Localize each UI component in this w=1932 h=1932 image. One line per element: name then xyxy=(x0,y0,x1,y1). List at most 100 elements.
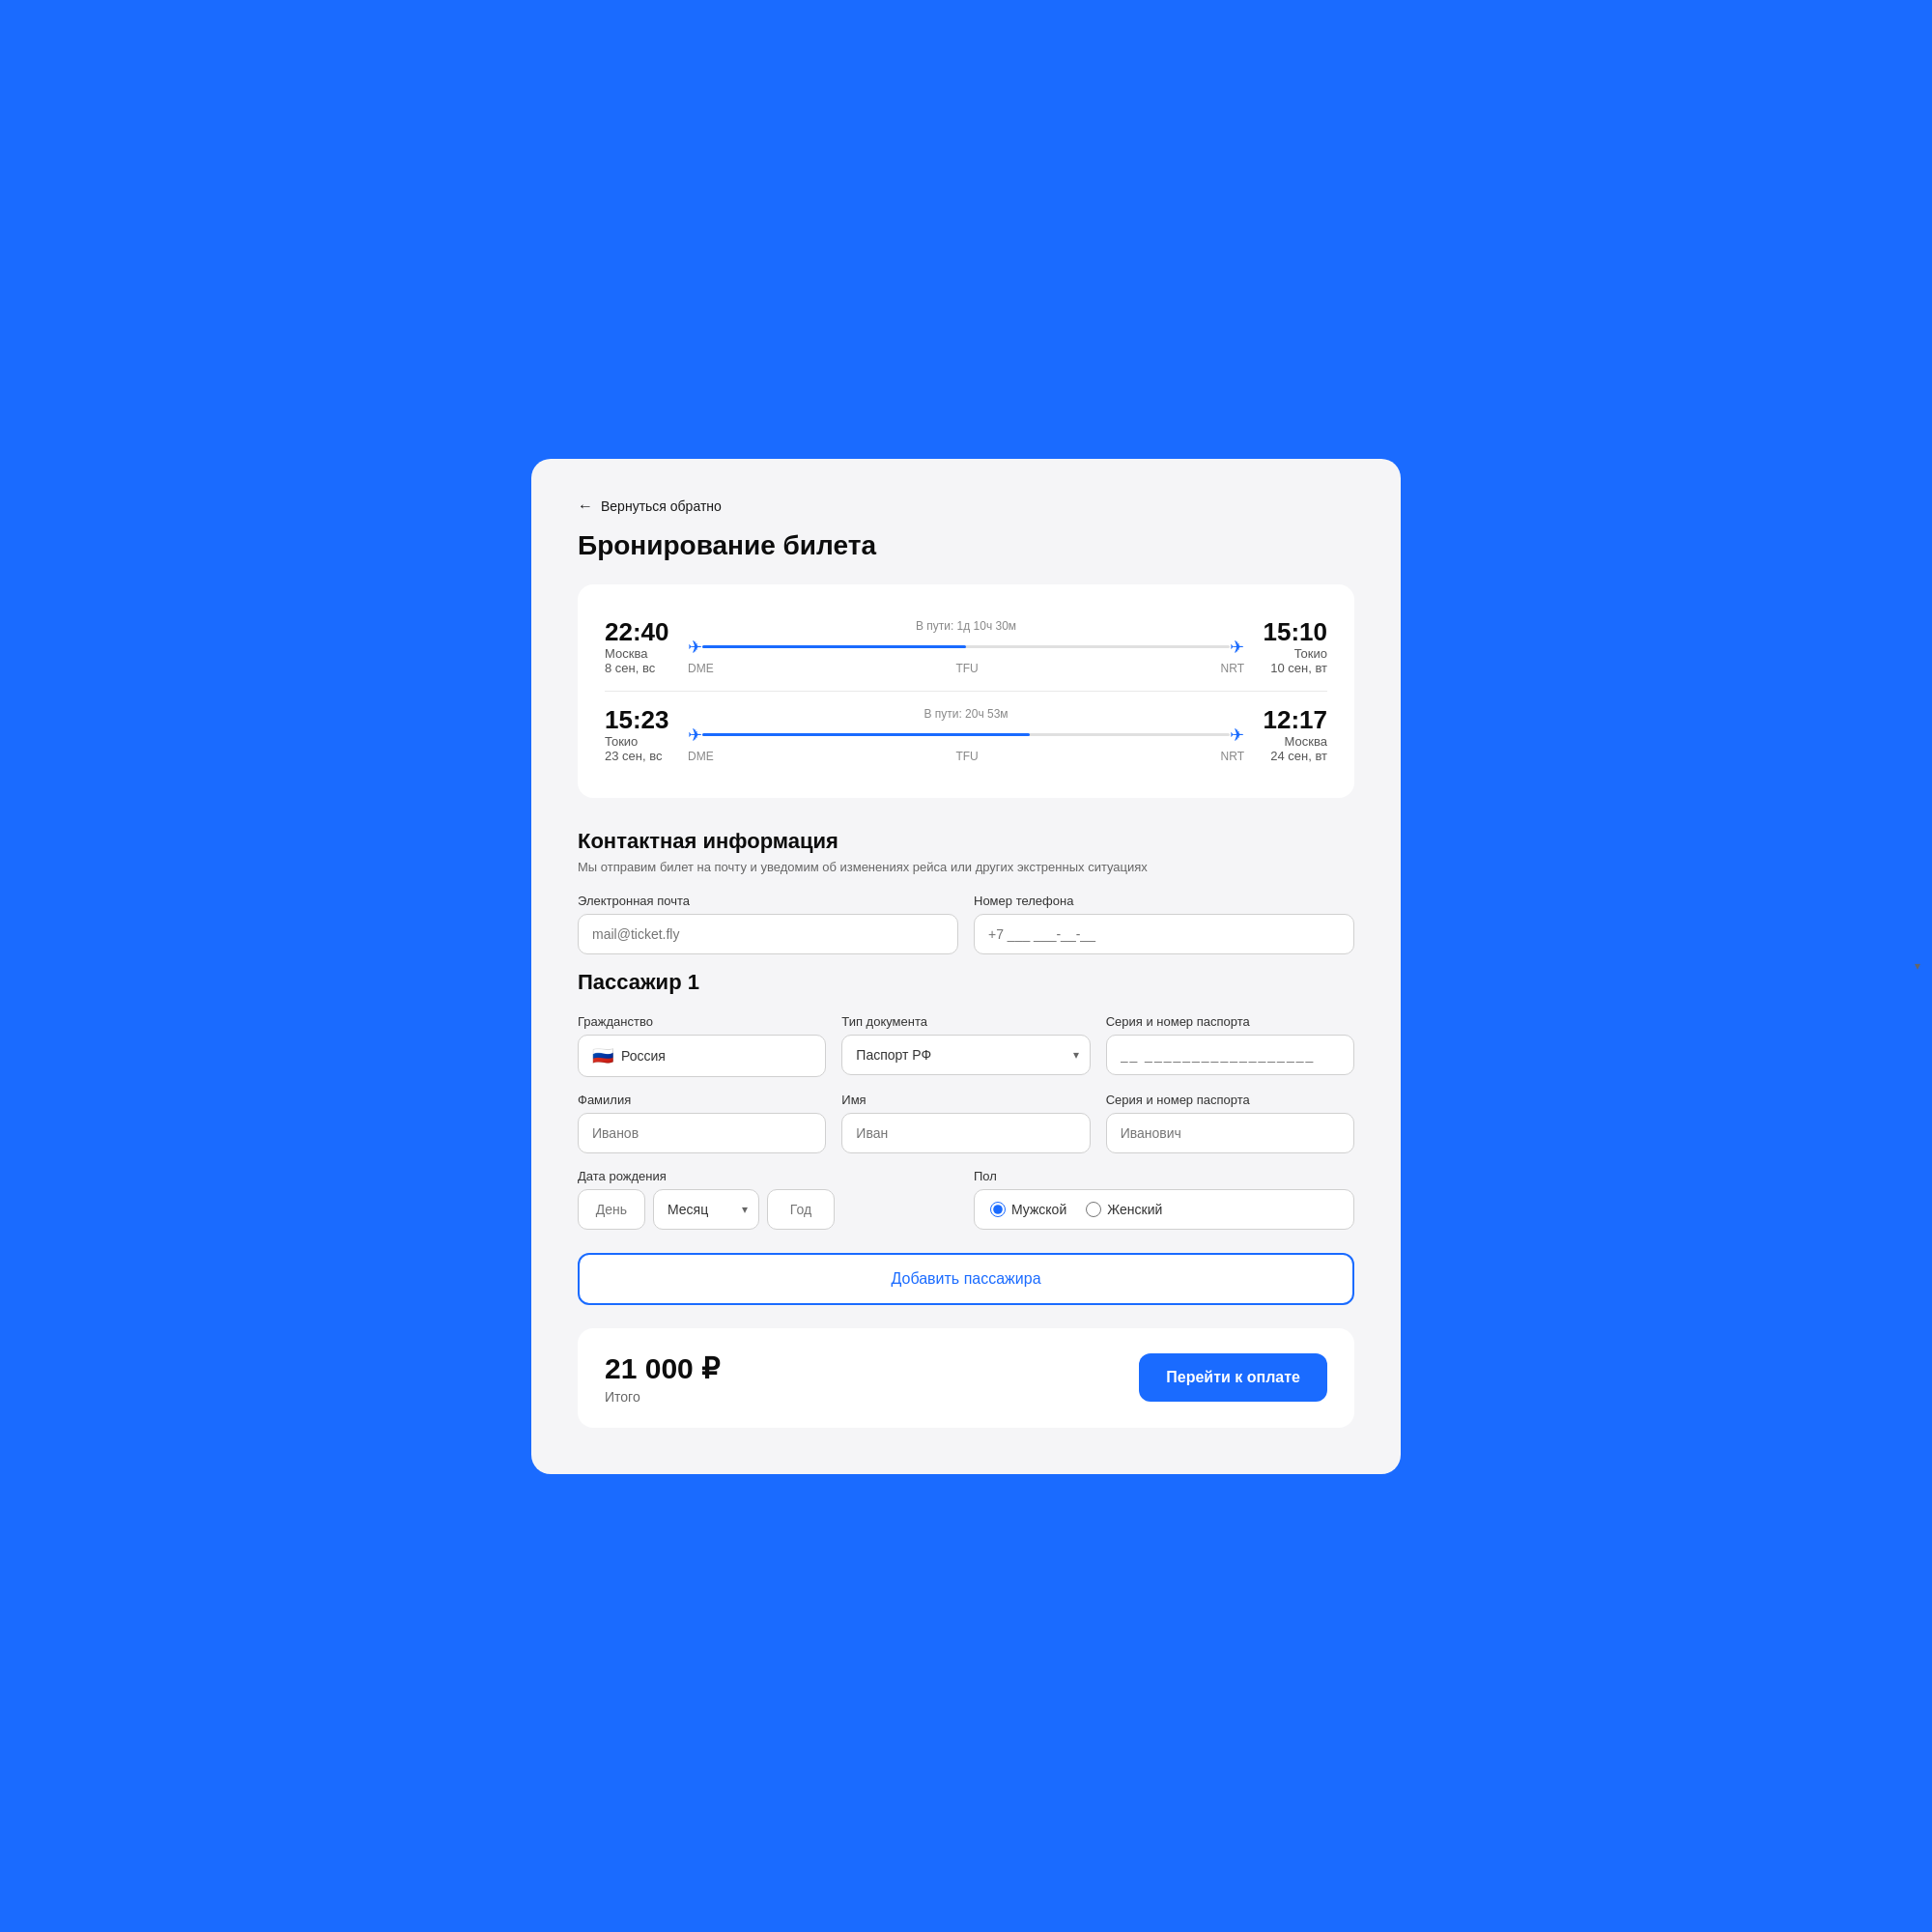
depart-date-2: 23 сен, вс xyxy=(605,749,672,763)
flight-codes-2: DME TFU NRT xyxy=(688,750,1244,763)
passenger-row-3: Дата рождения Месяц ЯнварьФевральМарт Ап… xyxy=(578,1169,1354,1230)
arrive-city-1: Токио xyxy=(1260,646,1327,661)
flag-icon: 🇷🇺 xyxy=(592,1045,613,1066)
total-card: 21 000 ₽ Итого Перейти к оплате xyxy=(578,1328,1354,1428)
depart-code-1: DME xyxy=(688,662,714,675)
contact-section: Контактная информация Мы отправим билет … xyxy=(578,829,1354,954)
arrive-code-1: NRT xyxy=(1221,662,1244,675)
last-name-group: Фамилия xyxy=(578,1093,826,1153)
citizenship-chevron-icon: ▾ xyxy=(1915,959,1920,973)
passport-group: Серия и номер паспорта xyxy=(1106,1014,1354,1077)
citizenship-value: Россия xyxy=(621,1048,811,1064)
flight-route-2: В пути: 20ч 53м ✈ ✈ DME TFU NRT xyxy=(688,707,1244,763)
passenger-row-2: Фамилия Имя Серия и номер паспорта xyxy=(578,1093,1354,1153)
line-fill-1 xyxy=(702,645,966,648)
passenger-title: Пассажир 1 xyxy=(578,970,1354,995)
passenger-row-1: Гражданство 🇷🇺 Россия ▾ Тип документа Па… xyxy=(578,1014,1354,1077)
passport-label: Серия и номер паспорта xyxy=(1106,1014,1354,1029)
gender-options: Мужской Женский xyxy=(974,1189,1354,1230)
total-price: 21 000 ₽ xyxy=(605,1351,720,1385)
plane-icon-1: ✈ xyxy=(688,637,702,658)
flight-duration-1: В пути: 1д 10ч 30м xyxy=(916,619,1016,633)
line-track-1 xyxy=(702,645,1230,648)
first-name-group: Имя xyxy=(841,1093,1090,1153)
first-name-label: Имя xyxy=(841,1093,1090,1107)
flight-divider xyxy=(605,691,1327,692)
passport-input[interactable] xyxy=(1106,1035,1354,1075)
depart-block-1: 22:40 Москва 8 сен, вс xyxy=(605,619,672,675)
gender-group: Пол Мужской Женский xyxy=(974,1169,1354,1230)
gender-female-radio[interactable] xyxy=(1086,1202,1101,1217)
arrive-city-2: Москва xyxy=(1260,734,1327,749)
contact-subtitle: Мы отправим билет на почту и уведомим об… xyxy=(578,860,1354,874)
middle-name-input[interactable] xyxy=(1106,1113,1354,1153)
last-name-label: Фамилия xyxy=(578,1093,826,1107)
arrive-code-2: NRT xyxy=(1221,750,1244,763)
flight-codes-1: DME TFU NRT xyxy=(688,662,1244,675)
page-title: Бронирование билета xyxy=(578,530,1354,561)
email-group: Электронная почта xyxy=(578,894,958,954)
dob-day-input[interactable] xyxy=(578,1189,645,1230)
stop-code-2: TFU xyxy=(955,750,978,763)
add-passenger-button[interactable]: Добавить пассажира xyxy=(578,1253,1354,1305)
doc-type-label: Тип документа xyxy=(841,1014,1090,1029)
phone-label: Номер телефона xyxy=(974,894,1354,908)
gender-female-text: Женский xyxy=(1107,1202,1162,1217)
plane-arrive-icon-1: ✈ xyxy=(1230,637,1244,658)
depart-time-1: 22:40 xyxy=(605,619,672,644)
phone-group: Номер телефона xyxy=(974,894,1354,954)
citizenship-label: Гражданство xyxy=(578,1014,826,1029)
depart-city-2: Токио xyxy=(605,734,672,749)
depart-time-2: 15:23 xyxy=(605,707,672,732)
depart-code-2: DME xyxy=(688,750,714,763)
back-link-label: Вернуться обратно xyxy=(601,498,722,514)
back-arrow-icon: ← xyxy=(578,497,593,515)
dob-year-input[interactable] xyxy=(767,1189,835,1230)
arrive-date-1: 10 сен, вт xyxy=(1260,661,1327,675)
depart-block-2: 15:23 Токио 23 сен, вс xyxy=(605,707,672,763)
first-name-input[interactable] xyxy=(841,1113,1090,1153)
citizenship-group: Гражданство 🇷🇺 Россия ▾ xyxy=(578,1014,826,1077)
back-link[interactable]: ← Вернуться обратно xyxy=(578,497,1354,515)
dob-inputs: Месяц ЯнварьФевральМарт АпрельМайИюнь Ию… xyxy=(578,1189,958,1230)
contact-title: Контактная информация xyxy=(578,829,1354,854)
gender-male-label[interactable]: Мужской xyxy=(990,1202,1066,1217)
gender-female-label[interactable]: Женский xyxy=(1086,1202,1162,1217)
arrive-time-2: 12:17 xyxy=(1260,707,1327,732)
booking-card: ← Вернуться обратно Бронирование билета … xyxy=(531,459,1401,1474)
doc-type-select-wrapper: Паспорт РФ Загранпаспорт ▾ xyxy=(841,1035,1090,1075)
arrive-date-2: 24 сен, вт xyxy=(1260,749,1327,763)
flight-line-1: ✈ ✈ xyxy=(688,637,1244,658)
plane-icon-2: ✈ xyxy=(688,724,702,746)
depart-date-1: 8 сен, вс xyxy=(605,661,672,675)
dob-month-wrapper: Месяц ЯнварьФевральМарт АпрельМайИюнь Ию… xyxy=(653,1189,759,1230)
last-name-input[interactable] xyxy=(578,1113,826,1153)
depart-city-1: Москва xyxy=(605,646,672,661)
contact-form-row: Электронная почта Номер телефона xyxy=(578,894,1354,954)
phone-input[interactable] xyxy=(974,914,1354,954)
total-info: 21 000 ₽ Итого xyxy=(605,1351,720,1405)
gender-male-text: Мужской xyxy=(1011,1202,1066,1217)
flight-row-2: 15:23 Токио 23 сен, вс В пути: 20ч 53м ✈… xyxy=(605,696,1327,775)
arrive-block-1: 15:10 Токио 10 сен, вт xyxy=(1260,619,1327,675)
doc-type-group: Тип документа Паспорт РФ Загранпаспорт ▾ xyxy=(841,1014,1090,1077)
middle-name-group: Серия и номер паспорта xyxy=(1106,1093,1354,1153)
arrive-block-2: 12:17 Москва 24 сен, вт xyxy=(1260,707,1327,763)
line-fill-2 xyxy=(702,733,1030,736)
passenger-section: Пассажир 1 Гражданство 🇷🇺 Россия ▾ Тип д… xyxy=(578,970,1354,1305)
gender-label: Пол xyxy=(974,1169,1354,1183)
total-label: Итого xyxy=(605,1389,720,1405)
flight-card: 22:40 Москва 8 сен, вс В пути: 1д 10ч 30… xyxy=(578,584,1354,798)
flight-row-1: 22:40 Москва 8 сен, вс В пути: 1д 10ч 30… xyxy=(605,608,1327,687)
dob-month-select[interactable]: Месяц ЯнварьФевральМарт АпрельМайИюнь Ию… xyxy=(653,1189,759,1230)
line-track-2 xyxy=(702,733,1230,736)
flight-route-1: В пути: 1д 10ч 30м ✈ ✈ DME TFU NRT xyxy=(688,619,1244,675)
arrive-time-1: 15:10 xyxy=(1260,619,1327,644)
doc-type-select[interactable]: Паспорт РФ Загранпаспорт xyxy=(841,1035,1090,1075)
citizenship-select[interactable]: 🇷🇺 Россия ▾ xyxy=(578,1035,826,1077)
dob-group: Дата рождения Месяц ЯнварьФевральМарт Ап… xyxy=(578,1169,958,1230)
gender-male-radio[interactable] xyxy=(990,1202,1006,1217)
middle-name-label: Серия и номер паспорта xyxy=(1106,1093,1354,1107)
pay-button[interactable]: Перейти к оплате xyxy=(1139,1353,1327,1402)
email-input[interactable] xyxy=(578,914,958,954)
